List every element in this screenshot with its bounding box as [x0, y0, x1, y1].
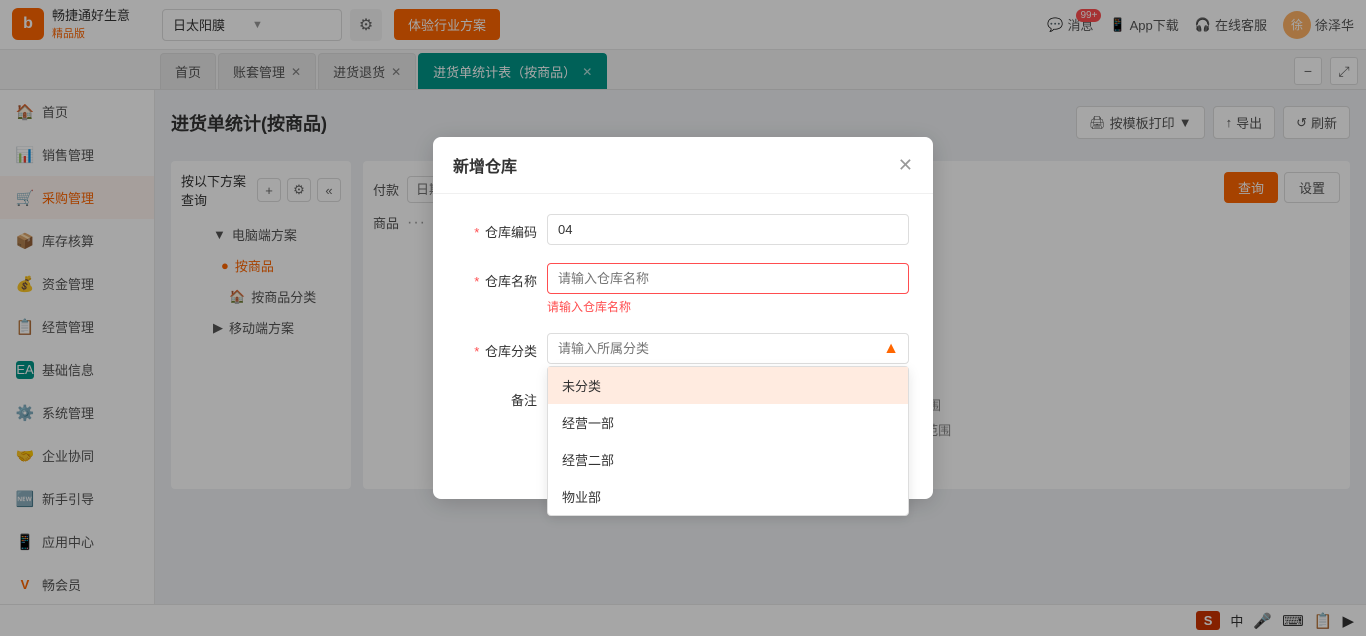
required-star-1: *	[474, 225, 479, 240]
warehouse-name-control: 请输入仓库名称	[547, 263, 909, 315]
modal-close-button[interactable]: ✕	[898, 156, 913, 174]
warehouse-category-label: * 仓库分类	[457, 333, 537, 360]
warehouse-code-input[interactable]	[547, 214, 909, 245]
warehouse-name-row: * 仓库名称 请输入仓库名称	[457, 263, 909, 315]
modal-header: 新增仓库 ✕	[433, 137, 933, 194]
warehouse-code-label: * 仓库编码	[457, 214, 537, 241]
warehouse-name-error: 请输入仓库名称	[547, 298, 909, 315]
modal-title: 新增仓库	[453, 153, 517, 177]
dropdown-item-1[interactable]: 经营一部	[548, 404, 908, 441]
category-dropdown: 未分类 经营一部 经营二部 物业部	[547, 366, 909, 516]
warehouse-code-row: * 仓库编码	[457, 214, 909, 245]
dropdown-item-3[interactable]: 物业部	[548, 478, 908, 515]
modal-body: * 仓库编码 * 仓库名称 请输入仓库名称	[433, 194, 933, 413]
required-star-2: *	[474, 274, 479, 289]
dropdown-item-2[interactable]: 经营二部	[548, 441, 908, 478]
warehouse-category-input[interactable]	[547, 333, 909, 364]
remark-label: 备注	[457, 382, 537, 409]
category-chevron-up-icon[interactable]: ▲	[883, 340, 899, 358]
warehouse-name-label: * 仓库名称	[457, 263, 537, 290]
dropdown-item-0[interactable]: 未分类	[548, 367, 908, 404]
warehouse-category-control: ▲ 未分类 经营一部 经营二部 物业部	[547, 333, 909, 364]
modal-overlay[interactable]: 新增仓库 ✕ * 仓库编码 * 仓库名称	[0, 0, 1366, 636]
warehouse-name-input[interactable]	[547, 263, 909, 294]
warehouse-code-control	[547, 214, 909, 245]
add-warehouse-modal: 新增仓库 ✕ * 仓库编码 * 仓库名称	[433, 137, 933, 499]
required-star-3: *	[474, 344, 479, 359]
warehouse-category-row: * 仓库分类 ▲ 未分类 经营一部 经营二部 物业部	[457, 333, 909, 364]
